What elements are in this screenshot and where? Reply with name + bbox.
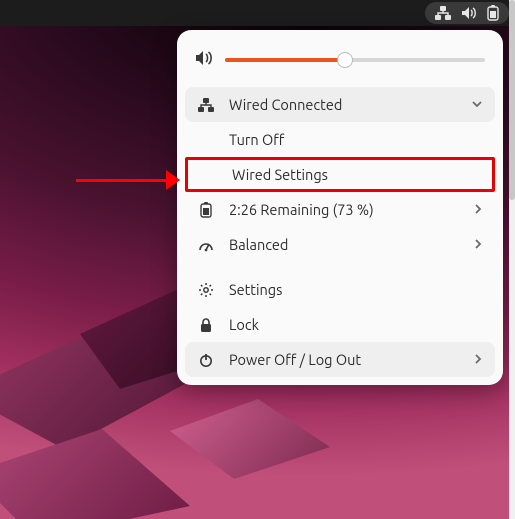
scrollbar-thumb[interactable]	[509, 0, 515, 200]
network-wired-icon	[197, 98, 215, 112]
battery-icon	[487, 5, 499, 21]
menu-item-lock[interactable]: Lock	[185, 307, 495, 342]
chevron-right-icon	[473, 351, 483, 368]
system-menu-panel: Wired Connected Turn Off Wired Settings …	[177, 30, 503, 385]
submenu-item-turn-off[interactable]: Turn Off	[185, 122, 495, 157]
volume-row	[185, 38, 495, 87]
annotation-arrow	[76, 170, 180, 190]
gear-icon	[197, 282, 215, 298]
menu-label: Balanced	[229, 236, 459, 253]
submenu-item-wired-settings[interactable]: Wired Settings	[185, 157, 495, 192]
system-tray[interactable]	[425, 2, 509, 24]
menu-label: 2:26 Remaining (73 %)	[229, 201, 459, 218]
menu-item-settings[interactable]: Settings	[185, 272, 495, 307]
chevron-right-icon	[473, 236, 483, 253]
vertical-scrollbar[interactable]	[509, 0, 515, 519]
chevron-right-icon	[473, 201, 483, 218]
gauge-icon	[197, 238, 215, 252]
menu-item-network[interactable]: Wired Connected	[185, 87, 495, 122]
power-icon	[197, 352, 215, 368]
menu-label: Power Off / Log Out	[229, 351, 459, 368]
submenu-label: Wired Settings	[232, 166, 480, 183]
volume-slider-knob[interactable]	[337, 52, 353, 68]
top-bar	[0, 0, 515, 26]
volume-icon	[461, 6, 477, 20]
speaker-icon	[195, 50, 213, 69]
volume-slider[interactable]	[225, 58, 485, 62]
menu-label: Lock	[229, 316, 483, 333]
submenu-label: Turn Off	[229, 131, 483, 148]
battery-status-icon	[197, 202, 215, 218]
chevron-down-icon	[471, 96, 483, 113]
menu-label: Settings	[229, 281, 483, 298]
menu-item-power-off[interactable]: Power Off / Log Out	[185, 342, 495, 377]
network-icon	[435, 6, 451, 20]
menu-item-battery[interactable]: 2:26 Remaining (73 %)	[185, 192, 495, 227]
menu-label: Wired Connected	[229, 96, 457, 113]
menu-item-power-mode[interactable]: Balanced	[185, 227, 495, 262]
lock-icon	[197, 317, 215, 333]
